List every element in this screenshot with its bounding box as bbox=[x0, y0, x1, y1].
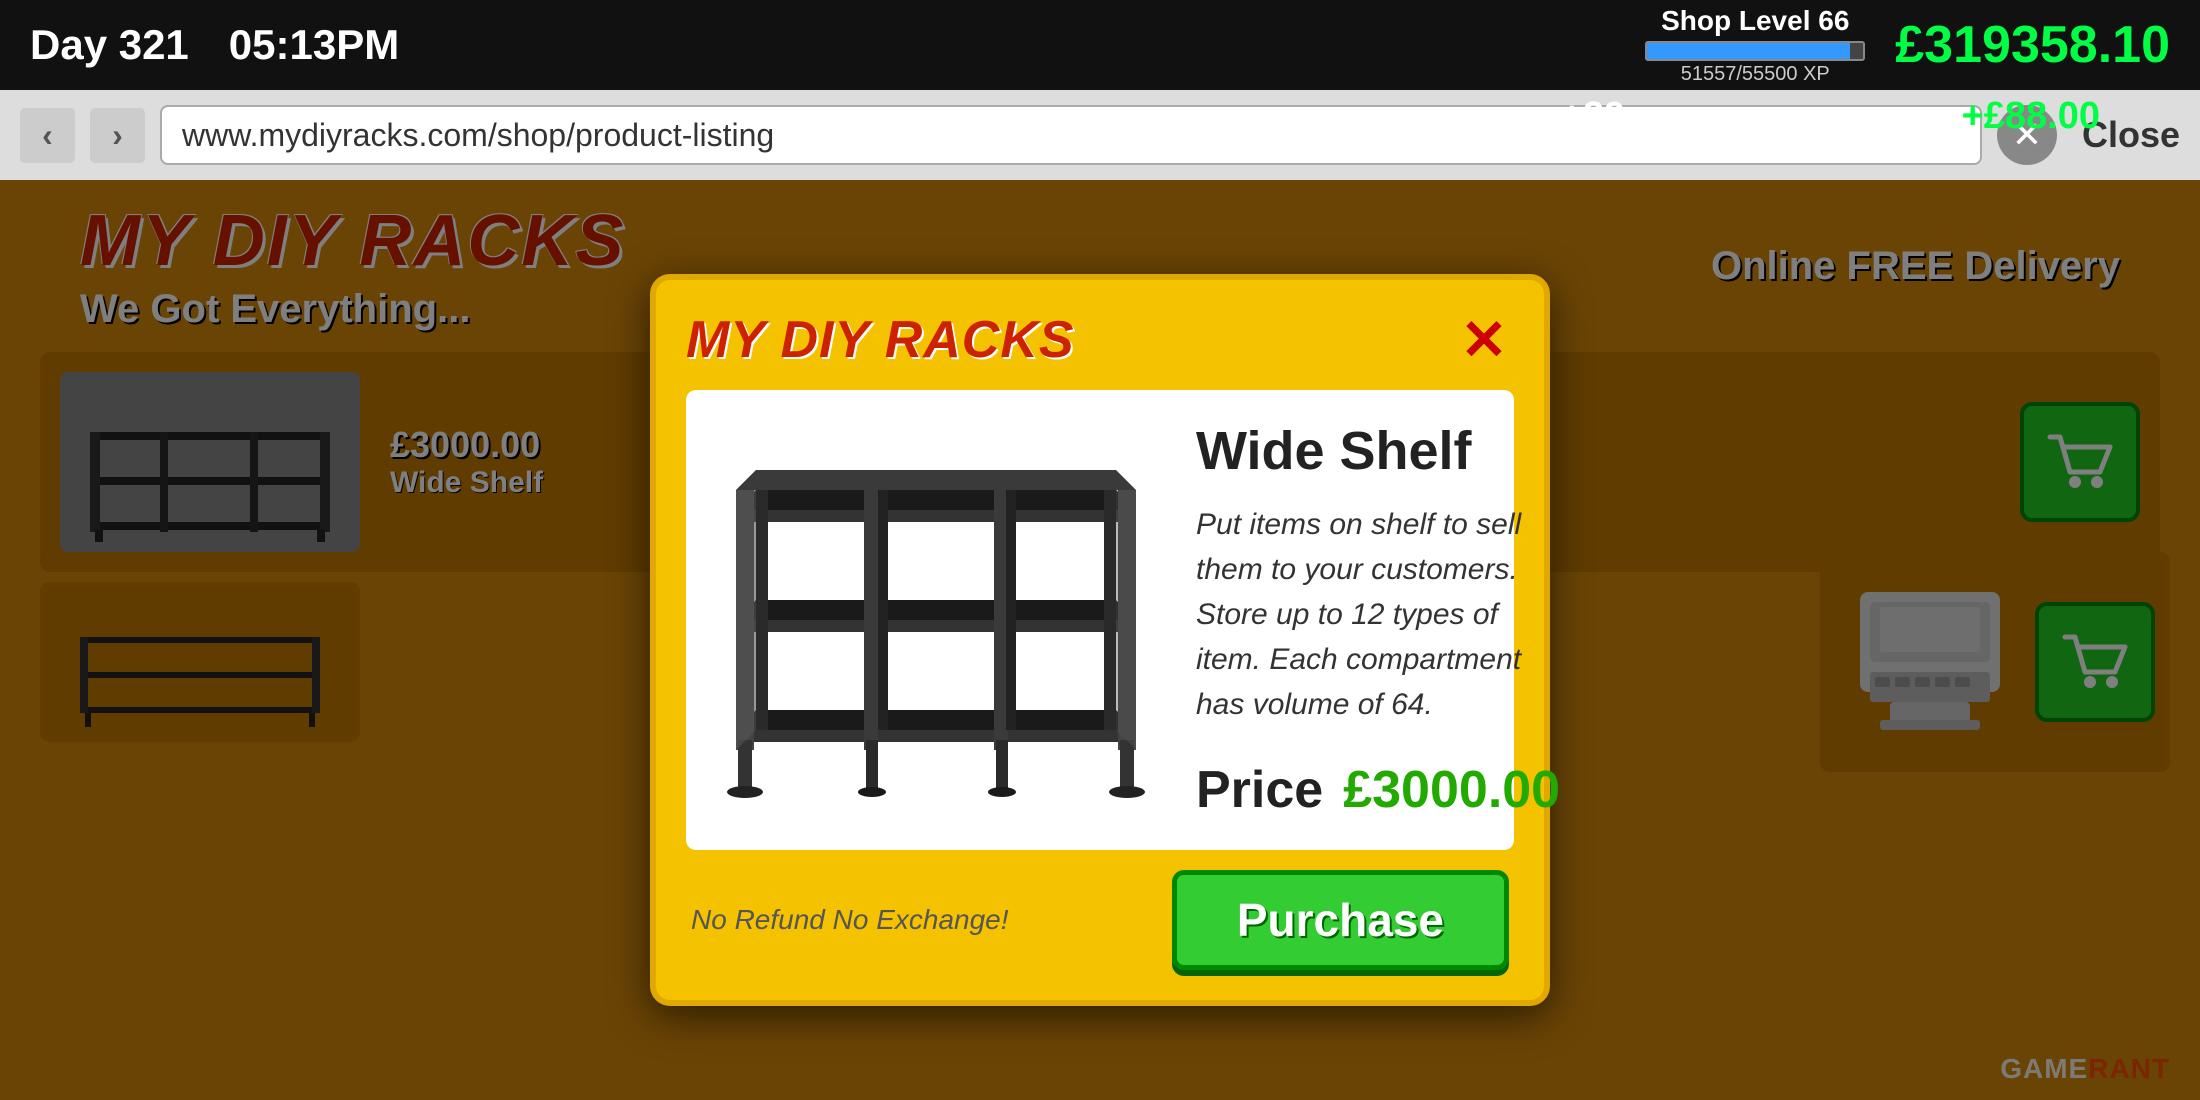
xp-bar-fill bbox=[1647, 43, 1849, 59]
modal-image-area bbox=[716, 420, 1156, 820]
shop-level-text: Shop Level 66 bbox=[1645, 5, 1865, 37]
modal-header: MY DIY RACKS ✕ bbox=[686, 310, 1514, 370]
xp-notification: +29 xp bbox=[1561, 95, 1680, 138]
modal-product-desc: Put items on shelf to sell them to your … bbox=[1196, 502, 1560, 727]
modal-overlay: MY DIY RACKS ✕ bbox=[0, 180, 2200, 1100]
modal-product-image bbox=[716, 430, 1156, 810]
money-display: £319358.10 bbox=[1895, 15, 2170, 75]
modal-box: MY DIY RACKS ✕ bbox=[650, 274, 1550, 1006]
modal-price-value: £3000.00 bbox=[1343, 760, 1560, 820]
address-field[interactable]: www.mydiyracks.com/shop/product-listing bbox=[160, 105, 1982, 165]
no-refund-text: No Refund No Exchange! bbox=[691, 904, 1009, 936]
modal-product-info: Wide Shelf Put items on shelf to sell th… bbox=[1196, 420, 1560, 820]
modal-price-label: Price bbox=[1196, 760, 1323, 820]
day-time: Day 321 bbox=[30, 21, 189, 69]
top-bar: Day 321 05:13PM Shop Level 66 51557/5550… bbox=[0, 0, 2200, 90]
top-bar-right: Shop Level 66 51557/55500 XP £319358.10 bbox=[1645, 5, 2170, 86]
back-button[interactable]: ‹ bbox=[20, 108, 75, 163]
modal-close-button[interactable]: ✕ bbox=[1454, 310, 1514, 370]
money-notification: +£88.00 bbox=[1962, 95, 2100, 138]
modal-title: MY DIY RACKS bbox=[686, 310, 1075, 370]
modal-price-row: Price £3000.00 bbox=[1196, 760, 1560, 820]
forward-button[interactable]: › bbox=[90, 108, 145, 163]
xp-bar-container bbox=[1645, 41, 1865, 61]
time-display: 05:13PM bbox=[229, 21, 399, 69]
top-bar-left: Day 321 05:13PM bbox=[30, 21, 399, 69]
modal-footer: No Refund No Exchange! Purchase bbox=[686, 870, 1514, 970]
address-bar-row: ‹ › www.mydiyracks.com/shop/product-list… bbox=[0, 90, 2200, 180]
browser-content: MY DIY RACKS We Got Everything... Online… bbox=[0, 180, 2200, 1100]
modal-content-area: Wide Shelf Put items on shelf to sell th… bbox=[686, 390, 1514, 850]
modal-product-name: Wide Shelf bbox=[1196, 420, 1560, 482]
purchase-button[interactable]: Purchase bbox=[1172, 870, 1509, 970]
url-text: www.mydiyracks.com/shop/product-listing bbox=[182, 117, 774, 154]
shop-level-block: Shop Level 66 51557/55500 XP bbox=[1645, 5, 1865, 86]
xp-text: 51557/55500 XP bbox=[1645, 63, 1865, 86]
